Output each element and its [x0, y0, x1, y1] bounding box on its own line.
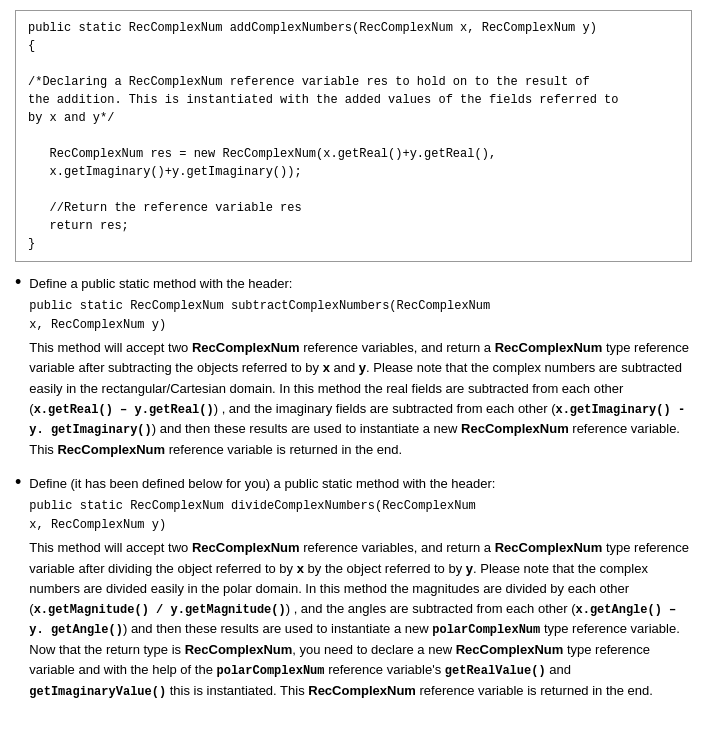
bullet-item-1: • Define a public static method with the…	[15, 274, 692, 460]
bold-span: y	[359, 360, 366, 375]
bullet-marker-1: •	[15, 272, 21, 293]
header-line2-1: x, RecComplexNum y)	[29, 316, 692, 335]
header-line2-2: x, RecComplexNum y)	[29, 516, 692, 535]
bold-code-span: polarComplexNum	[217, 664, 325, 678]
bullet-content-1: Define a public static method with the h…	[29, 274, 692, 460]
code-block: public static RecComplexNum addComplexNu…	[15, 10, 692, 262]
bold-code-span: x.getReal() – y.getReal()	[34, 403, 214, 417]
bullet-marker-2: •	[15, 472, 21, 493]
define-text-2: Define (it has been defined below for yo…	[29, 474, 692, 494]
bold-code-span: getRealValue()	[445, 664, 546, 678]
code-line-1: public static RecComplexNum addComplexNu…	[28, 21, 619, 251]
bold-span: RecComplexNum	[192, 540, 300, 555]
bold-span: RecComplexNum	[456, 642, 564, 657]
bullet-item-2: • Define (it has been defined below for …	[15, 474, 692, 701]
bold-span: y	[466, 561, 473, 576]
header-line1-2: public static RecComplexNum divideComple…	[29, 497, 692, 516]
bold-code-span: x.getMagnitude() / y.getMagnitude()	[34, 603, 286, 617]
bold-code-span: polarComplexNum	[432, 623, 540, 637]
bold-span: RecComplexNum	[185, 642, 293, 657]
define-text-1: Define a public static method with the h…	[29, 274, 692, 294]
bold-span: x	[297, 561, 304, 576]
bold-span: RecComplexNum	[308, 683, 416, 698]
body-text-1: This method will accept two RecComplexNu…	[29, 338, 692, 460]
bold-span: x	[323, 360, 330, 375]
bold-span: RecComplexNum	[495, 540, 603, 555]
bold-span: RecComplexNum	[461, 421, 569, 436]
bold-span: RecComplexNum	[57, 442, 165, 457]
bullet-content-2: Define (it has been defined below for yo…	[29, 474, 692, 701]
body-text-2: This method will accept two RecComplexNu…	[29, 538, 692, 701]
bold-span: RecComplexNum	[192, 340, 300, 355]
header-line1-1: public static RecComplexNum subtractComp…	[29, 297, 692, 316]
bold-span: RecComplexNum	[495, 340, 603, 355]
bold-code-span: getImaginaryValue()	[29, 685, 166, 699]
